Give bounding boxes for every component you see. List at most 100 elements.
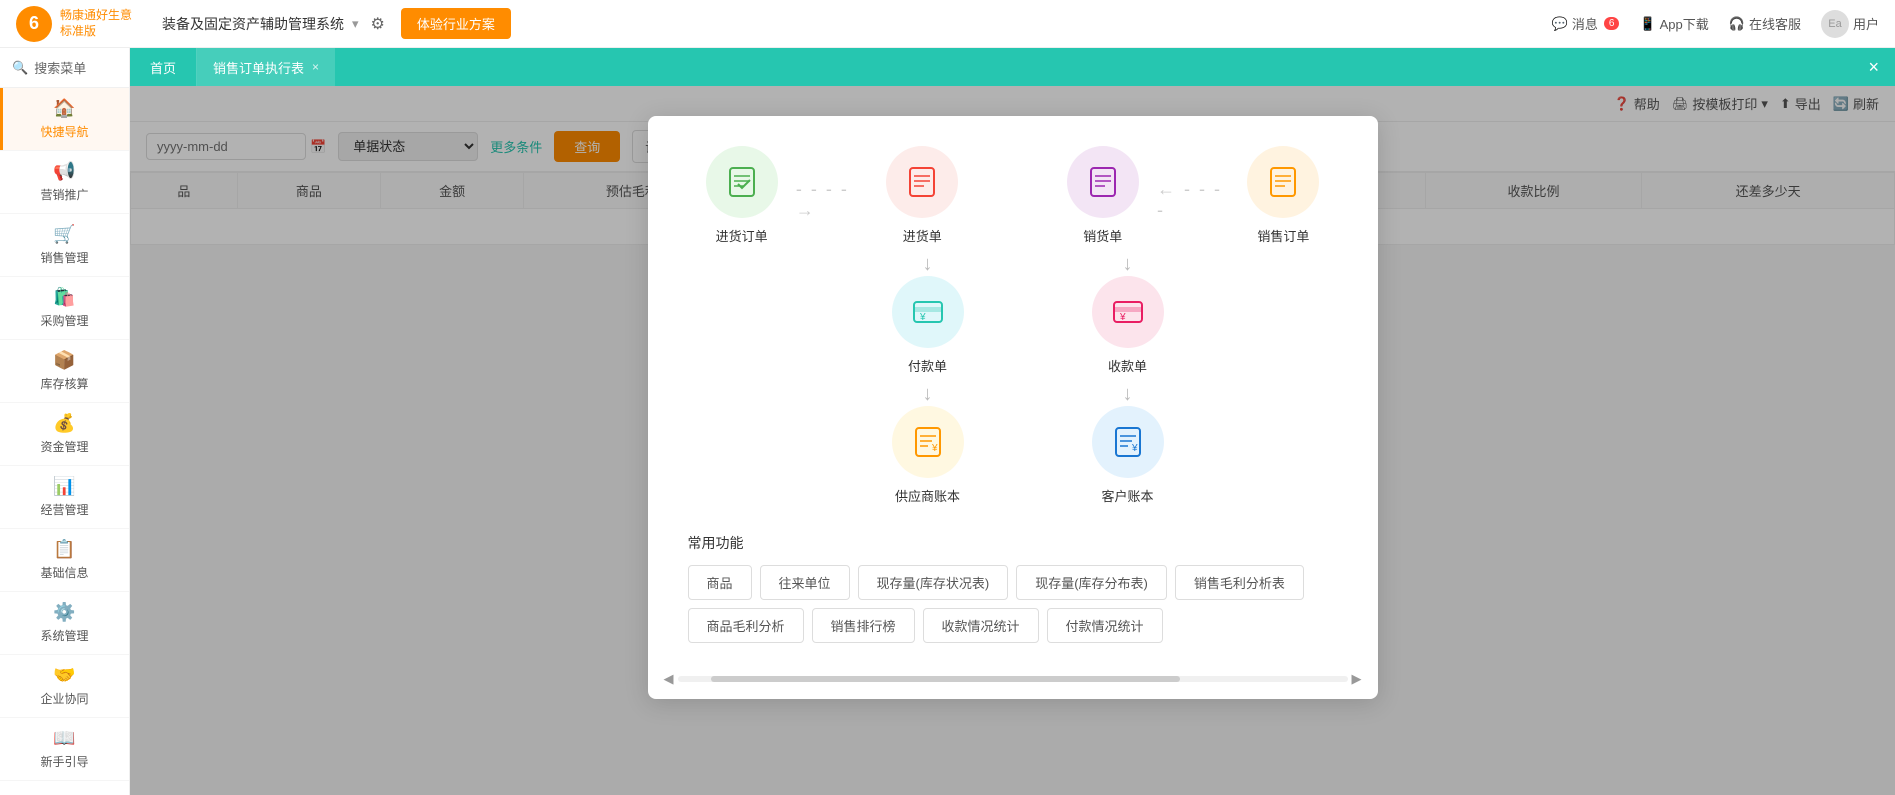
tab-main-close[interactable]: × (1852, 57, 1895, 78)
common-function-btn[interactable]: 销售毛利分析表 (1175, 565, 1304, 600)
tab-close-icon[interactable]: × (312, 60, 319, 74)
service-btn[interactable]: 🎧 在线客服 (1729, 14, 1801, 33)
service-icon: 🎧 (1729, 16, 1745, 32)
sidebar-label-sys-mgmt: 系统管理 (40, 627, 88, 644)
purchase-order-icon (706, 146, 778, 218)
sidebar-icon-quick-nav: 🏠 (53, 98, 75, 119)
sidebar-items: 🏠 快捷导航 📢 营销推广 🛒销售管理 🛍️ 采购管理 📦 库存核算 💰 资金管理 📊经营管理📋基础信… (0, 88, 129, 781)
sidebar-search[interactable]: 🔍 搜索菜单 (0, 48, 129, 88)
sales-order-icon (1247, 146, 1319, 218)
avatar: Ea (1821, 10, 1849, 38)
sidebar-icon-marketing: 📢 (53, 161, 75, 182)
system-title: 装备及固定资产辅助管理系统 (162, 14, 344, 34)
flow-node-payment: ¥ 付款单 (868, 276, 988, 375)
sidebar-icon-inventory: 📦 (53, 350, 75, 371)
sidebar-item-new-guide[interactable]: 📖 新手引导 (0, 718, 129, 781)
sidebar-icon-enterprise: 🤝 (53, 665, 75, 686)
sidebar-item-purchase[interactable]: 🛍️ 采购管理 (0, 277, 129, 340)
scroll-left-arrow[interactable]: ◀ (664, 671, 674, 687)
svg-text:¥: ¥ (1131, 443, 1138, 454)
common-function-btn[interactable]: 收款情况统计 (923, 608, 1039, 643)
sidebar-label-quick-nav: 快捷导航 (40, 123, 88, 140)
purchase-bill-label: 进货单 (903, 226, 942, 245)
payment-label: 付款单 (908, 356, 947, 375)
common-function-btn[interactable]: 往来单位 (760, 565, 850, 600)
dropdown-icon[interactable]: ▾ (352, 16, 359, 32)
flow-node-purchase-bill: 进货单 (868, 146, 976, 245)
sidebar: 🔍 搜索菜单 🏠 快捷导航 📢 营销推广 🛒销售管理 🛍️ 采购管理 📦 库存核算 💰 资金管理 📊经… (0, 48, 130, 795)
sidebar-label-purchase: 采购管理 (40, 312, 88, 329)
sidebar-icon-sys-mgmt: ⚙️ (53, 602, 75, 623)
common-function-btn[interactable]: 商品毛利分析 (688, 608, 804, 643)
sales-bill-icon (1067, 146, 1139, 218)
trial-button[interactable]: 体验行业方案 (401, 8, 511, 39)
tab-home[interactable]: 首页 (130, 48, 197, 86)
app-download-btn[interactable]: 📱 App下载 (1639, 14, 1708, 33)
message-icon: 💬 (1552, 16, 1568, 32)
modal-scrollbar: ◀ ▶ (648, 663, 1378, 699)
common-section: 常用功能 商品往来单位现存量(库存状况表)现存量(库存分布表)销售毛利分析表商品… (648, 533, 1378, 663)
common-function-btn[interactable]: 付款情况统计 (1047, 608, 1163, 643)
content-area: 首页 销售订单执行表 × × ❓ 帮助 🖨 按模板打印 ▾ (130, 48, 1895, 795)
svg-text:¥: ¥ (931, 443, 938, 454)
sidebar-label-marketing: 营销推广 (40, 186, 88, 203)
sidebar-item-quick-nav[interactable]: 🏠 快捷导航 (0, 88, 129, 151)
svg-text:¥: ¥ (1119, 312, 1126, 323)
common-function-btn[interactable]: 现存量(库存状况表) (858, 565, 1009, 600)
sidebar-item-inventory[interactable]: 📦 库存核算 (0, 340, 129, 403)
flow-node-customer: ¥ 客户账本 (1068, 406, 1188, 505)
sidebar-label-new-guide: 新手引导 (40, 753, 88, 770)
payment-icon: ¥ (892, 276, 964, 348)
sales-bill-label: 销货单 (1083, 226, 1122, 245)
sidebar-item-sys-mgmt[interactable]: ⚙️ 系统管理 (0, 592, 129, 655)
supplier-label: 供应商账本 (895, 486, 960, 505)
sidebar-item-enterprise[interactable]: 🤝企业协同 (0, 655, 129, 718)
logo-area: 6 畅康通好生意 标准版 (16, 6, 146, 42)
message-badge: 6 (1604, 17, 1620, 30)
supplier-icon: ¥ (892, 406, 964, 478)
sidebar-label-finance: 资金管理 (40, 438, 88, 455)
main-layout: 🔍 搜索菜单 🏠 快捷导航 📢 营销推广 🛒销售管理 🛍️ 采购管理 📦 库存核算 💰 资金管理 📊经… (0, 48, 1895, 795)
common-title: 常用功能 (688, 533, 1338, 553)
sidebar-item-marketing[interactable]: 📢 营销推广 (0, 151, 129, 214)
flow-node-sales-bill: 销货单 (1049, 146, 1157, 245)
active-bar (0, 88, 3, 150)
sidebar-item-finance[interactable]: 💰 资金管理 (0, 403, 129, 466)
sidebar-icon-finance: 💰 (53, 413, 75, 434)
scrollbar-thumb[interactable] (711, 676, 1180, 682)
sidebar-icon-new-guide: 📖 (53, 728, 75, 749)
sidebar-label-inventory: 库存核算 (40, 375, 88, 392)
top-header: 6 畅康通好生意 标准版 装备及固定资产辅助管理系统 ▾ ⚙ 体验行业方案 💬 … (0, 0, 1895, 48)
message-btn[interactable]: 💬 消息 6 (1552, 14, 1620, 33)
sales-order-label: 销售订单 (1257, 226, 1309, 245)
sidebar-item-operations[interactable]: 📊经营管理 (0, 466, 129, 529)
sidebar-item-base-info[interactable]: 📋基础信息 (0, 529, 129, 592)
sidebar-label-sales: 销售管理 (40, 249, 88, 266)
purchase-order-label: 进货订单 (716, 226, 768, 245)
user-btn[interactable]: Ea 用户 (1821, 10, 1879, 38)
tab-active[interactable]: 销售订单执行表 × (197, 48, 335, 86)
flow-node-purchase-order: 进货订单 (688, 146, 796, 245)
flow-node-supplier: ¥ 供应商账本 (868, 406, 988, 505)
receipt-icon: ¥ (1092, 276, 1164, 348)
sidebar-label-operations: 经营管理 (40, 501, 88, 518)
customer-label: 客户账本 (1101, 486, 1153, 505)
flow-node-receipt: ¥ 收款单 (1068, 276, 1188, 375)
sidebar-icon-purchase: 🛍️ (53, 287, 75, 308)
header-right: 💬 消息 6 📱 App下载 🎧 在线客服 Ea 用户 (1552, 10, 1879, 38)
scrollbar-track (678, 676, 1348, 682)
common-function-btn[interactable]: 销售排行榜 (812, 608, 915, 643)
tab-bar: 首页 销售订单执行表 × × (130, 48, 1895, 86)
common-function-btn[interactable]: 商品 (688, 565, 752, 600)
page-content: ❓ 帮助 🖨 按模板打印 ▾ ⬆ 导出 🔄 刷新 (130, 86, 1895, 795)
svg-text:¥: ¥ (919, 312, 926, 323)
purchase-bill-icon (886, 146, 958, 218)
receipt-label: 收款单 (1108, 356, 1147, 375)
common-function-btn[interactable]: 现存量(库存分布表) (1016, 565, 1167, 600)
search-icon: 🔍 (12, 60, 28, 76)
scroll-right-arrow[interactable]: ▶ (1352, 671, 1362, 687)
settings-icon[interactable]: ⚙ (371, 14, 385, 34)
sidebar-item-sales[interactable]: 🛒销售管理 (0, 214, 129, 277)
header-main: 装备及固定资产辅助管理系统 ▾ ⚙ 体验行业方案 (146, 8, 1552, 39)
customer-icon: ¥ (1092, 406, 1164, 478)
